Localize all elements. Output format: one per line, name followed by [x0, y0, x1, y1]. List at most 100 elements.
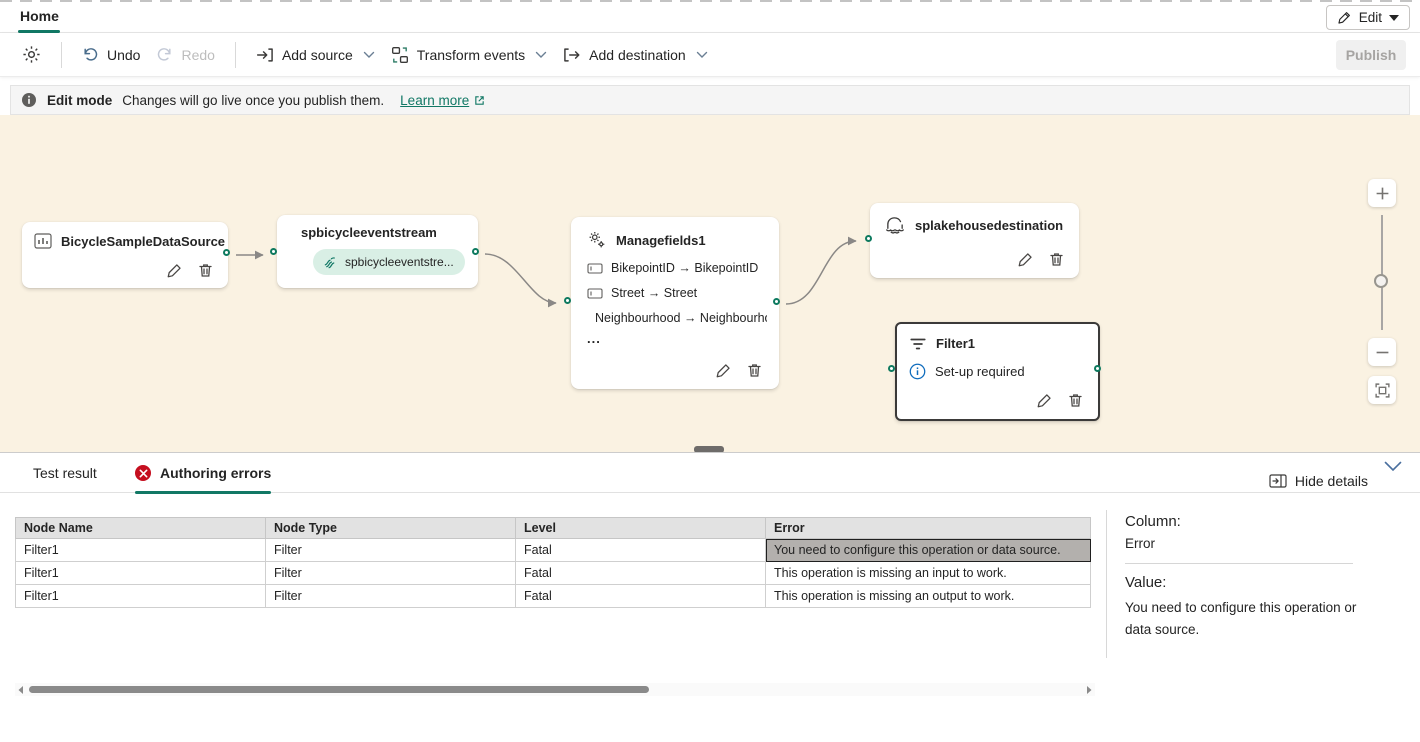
edit-node-icon[interactable]	[1017, 251, 1034, 268]
edit-node-icon[interactable]	[715, 362, 732, 379]
node-eventstream[interactable]: spbicycleeventstream spbicycleeventstre.…	[277, 215, 478, 288]
cell-node-name[interactable]: Filter1	[15, 561, 266, 585]
setup-required-label: Set-up required	[935, 364, 1025, 379]
field-mapping-row: Street → Street	[587, 286, 767, 300]
collapse-panel-chevron[interactable]	[1384, 461, 1402, 472]
pencil-icon	[1337, 10, 1352, 25]
tab-label: Test result	[33, 465, 97, 481]
cell-level[interactable]: Fatal	[515, 584, 766, 608]
field-icon	[587, 287, 603, 299]
cell-node-type[interactable]: Filter	[265, 561, 516, 585]
redo-label: Redo	[181, 46, 215, 63]
horizontal-scrollbar[interactable]	[15, 683, 1095, 696]
col-level[interactable]: Level	[515, 517, 766, 539]
output-port[interactable]	[223, 249, 230, 256]
bottom-panel-content: Node Name Node Type Level Error Filter1 …	[0, 493, 1420, 658]
col-node-type[interactable]: Node Type	[265, 517, 516, 539]
edit-mode-button[interactable]: Edit	[1325, 5, 1410, 30]
col-node-name[interactable]: Node Name	[15, 517, 266, 539]
node-managefields[interactable]: Managefields1 BikepointID → BikepointID …	[571, 217, 779, 389]
node-bicycle-sample-datasource[interactable]: BicycleSampleDataSource	[22, 222, 228, 288]
delete-node-icon[interactable]	[1048, 251, 1065, 268]
transform-events-menu[interactable]: Transform events	[383, 40, 555, 70]
panel-resize-handle[interactable]	[694, 446, 724, 452]
authoring-errors-table: Node Name Node Type Level Error Filter1 …	[15, 517, 1091, 608]
output-port[interactable]	[472, 248, 479, 255]
hide-details-button[interactable]: Hide details	[1269, 473, 1368, 489]
input-port[interactable]	[270, 248, 277, 255]
field-mapping-row: Neighbourhood → Neighbourhood	[587, 311, 767, 325]
cell-error-selected[interactable]: You need to configure this operation or …	[765, 538, 1091, 562]
edit-button-label: Edit	[1358, 10, 1382, 25]
toolbar-separator	[61, 41, 62, 68]
scrollbar-track[interactable]	[27, 683, 1083, 696]
output-port[interactable]	[773, 298, 780, 305]
tab-authoring-errors[interactable]: Authoring errors	[135, 453, 272, 494]
settings-button[interactable]	[14, 39, 49, 70]
tab-test-result[interactable]: Test result	[33, 453, 97, 493]
input-port[interactable]	[564, 297, 571, 304]
setup-required-status: Set-up required	[909, 363, 1084, 380]
input-port[interactable]	[888, 365, 895, 372]
node-filter1-selected[interactable]: Filter1 Set-up required	[895, 322, 1100, 421]
zoom-in-button[interactable]	[1368, 179, 1396, 207]
output-port[interactable]	[1094, 365, 1101, 372]
cell-node-type[interactable]: Filter	[265, 538, 516, 562]
chevron-down-icon	[1384, 461, 1402, 472]
details-column-value: Error	[1125, 536, 1155, 551]
undo-icon	[84, 48, 98, 61]
table-row[interactable]: Filter1 Filter Fatal You need to configu…	[15, 538, 1091, 562]
table-row[interactable]: Filter1 Filter Fatal This operation is m…	[15, 584, 1091, 608]
node-title: splakehousedestination	[915, 217, 1064, 233]
undo-button[interactable]: Undo	[74, 40, 148, 69]
cell-level[interactable]: Fatal	[515, 561, 766, 585]
gears-icon	[587, 230, 607, 250]
edit-node-icon[interactable]	[1036, 392, 1053, 409]
cell-node-type[interactable]: Filter	[265, 584, 516, 608]
bottom-panel-tabs: Test result Authoring errors Hide detail…	[0, 453, 1420, 494]
add-destination-icon	[564, 47, 580, 62]
ribbon-tabbar: Home Edit	[0, 2, 1420, 33]
node-title: spbicycleeventstream	[301, 225, 437, 240]
fit-to-screen-button[interactable]	[1368, 376, 1396, 404]
col-error[interactable]: Error	[765, 517, 1091, 539]
redo-button[interactable]: Redo	[148, 40, 222, 69]
node-title: Filter1	[936, 336, 976, 351]
stream-pill[interactable]: spbicycleeventstre...	[313, 249, 465, 275]
zoom-slider-track[interactable]	[1381, 215, 1383, 330]
scroll-left-arrow[interactable]	[15, 683, 27, 696]
error-badge-icon	[135, 465, 151, 481]
eventstream-canvas[interactable]: BicycleSampleDataSource spbicycleeventst…	[0, 115, 1420, 453]
scroll-right-arrow[interactable]	[1083, 683, 1095, 696]
node-title: BicycleSampleDataSource	[61, 233, 226, 249]
zoom-slider-handle[interactable]	[1374, 274, 1388, 288]
cell-level[interactable]: Fatal	[515, 538, 766, 562]
node-title: Managefields1	[616, 232, 706, 248]
plus-icon	[1376, 187, 1388, 199]
scrollbar-thumb[interactable]	[29, 686, 649, 693]
delete-node-icon[interactable]	[1067, 392, 1084, 409]
info-outline-icon	[909, 363, 926, 380]
hide-details-label: Hide details	[1294, 473, 1368, 489]
edit-node-icon[interactable]	[166, 262, 183, 279]
zoom-out-button[interactable]	[1368, 338, 1396, 366]
publish-button[interactable]: Publish	[1336, 40, 1406, 70]
transform-events-label: Transform events	[416, 46, 526, 63]
table-row[interactable]: Filter1 Filter Fatal This operation is m…	[15, 561, 1091, 585]
add-source-icon	[256, 47, 273, 62]
input-port[interactable]	[865, 235, 872, 242]
add-destination-menu[interactable]: Add destination	[555, 40, 716, 70]
tab-home[interactable]: Home	[20, 8, 59, 24]
cell-error[interactable]: This operation is missing an output to w…	[765, 584, 1091, 608]
delete-node-icon[interactable]	[746, 362, 763, 379]
cell-node-name[interactable]: Filter1	[15, 538, 266, 562]
add-source-menu[interactable]: Add source	[248, 40, 383, 70]
learn-more-link[interactable]: Learn more	[400, 93, 486, 108]
field-mapping-row: BikepointID → BikepointID	[587, 261, 767, 275]
cell-error[interactable]: This operation is missing an input to wo…	[765, 561, 1091, 585]
ribbon-toolbar: Undo Redo Add source Transform events Ad…	[0, 33, 1420, 77]
delete-node-icon[interactable]	[197, 262, 214, 279]
field-icon	[587, 262, 603, 274]
cell-node-name[interactable]: Filter1	[15, 584, 266, 608]
node-lakehouse-destination[interactable]: splakehousedestination	[870, 203, 1079, 278]
